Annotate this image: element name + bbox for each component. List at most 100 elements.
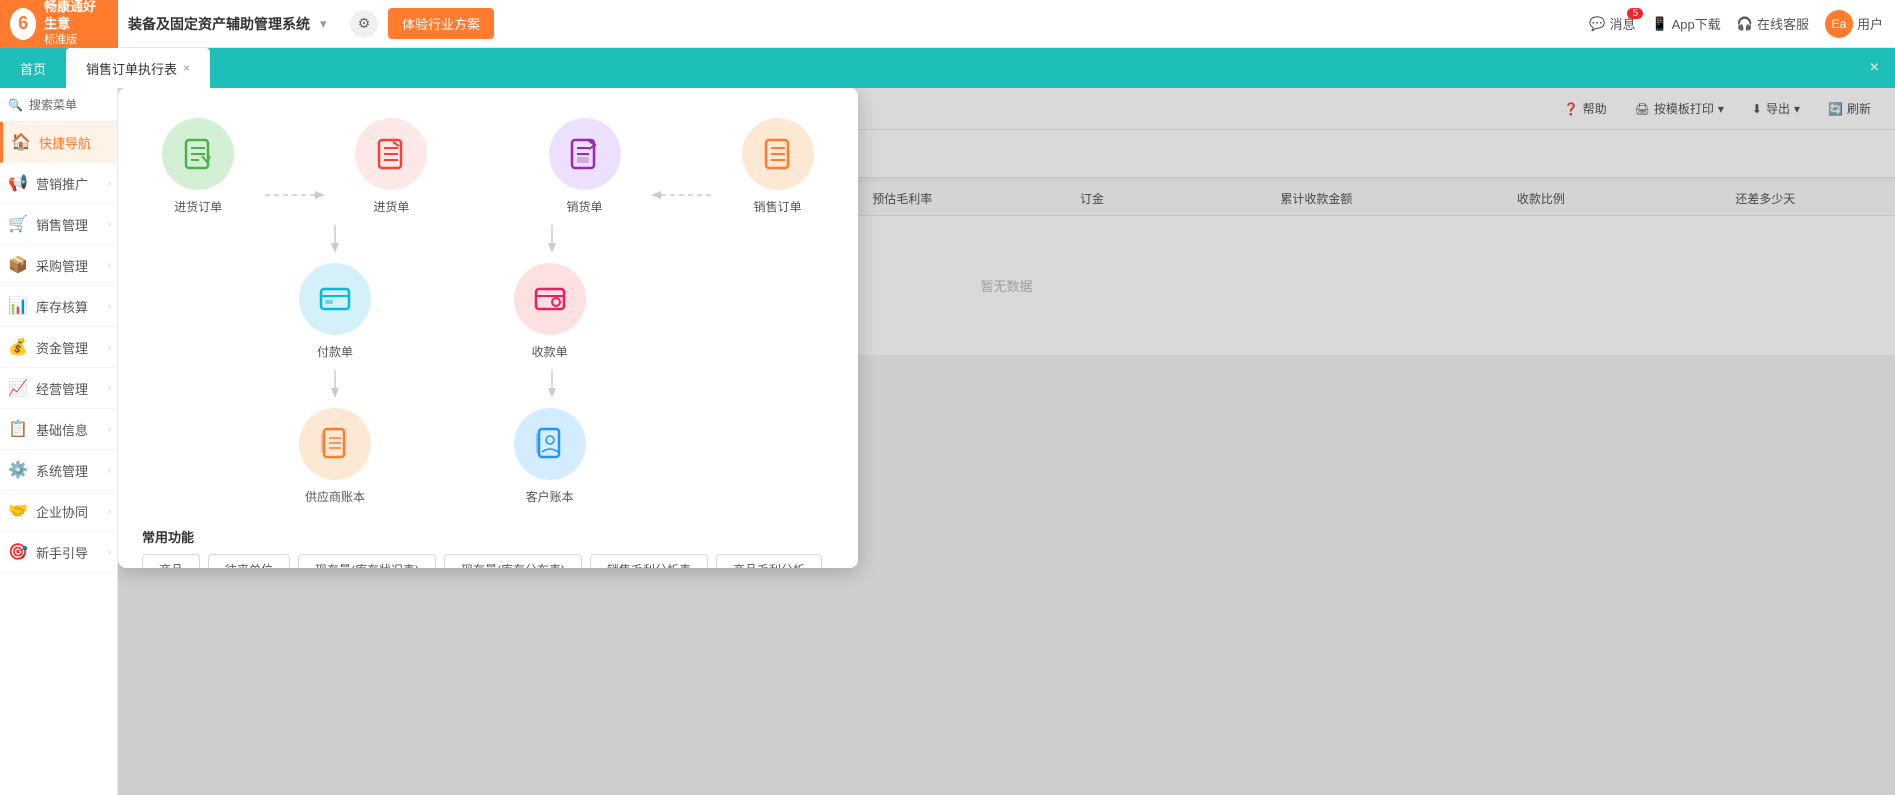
marketing-icon: 📢 — [8, 173, 28, 193]
func-btn-销售毛利分析表[interactable]: 销售毛利分析表 — [590, 554, 708, 568]
label-sales-bill: 销货单 — [567, 198, 603, 215]
user-btn[interactable]: Ea 用户 — [1825, 10, 1883, 38]
flow-circle-purchase-bill — [355, 118, 427, 190]
sidebar-label-inventory: 库存核算 — [36, 297, 88, 316]
sidebar-arrow-finance: › — [108, 342, 111, 353]
online-service-label: 在线客服 — [1757, 14, 1809, 33]
active-tab-label: 销售订单执行表 — [86, 59, 177, 78]
sidebar-item-guide[interactable]: 🎯 新手引导 › — [0, 532, 117, 573]
label-customer-ledger: 客户账本 — [526, 488, 574, 505]
common-functions: 常用功能 商品往来单位现存量(库存状况表) 现存量(库存分布表) 销售毛利分析表商品… — [142, 527, 834, 568]
online-service-icon: 🎧 — [1737, 16, 1753, 32]
flow-item-purchase-order[interactable]: 进货订单 — [152, 108, 244, 225]
nav-tabs: 首页 销售订单执行表 × × — [0, 48, 1895, 88]
flow-item-sales-order[interactable]: 销售订单 — [732, 108, 824, 225]
flow-item-payment-bill[interactable]: 付款单 — [289, 253, 381, 370]
guide-icon: 🎯 — [8, 542, 28, 562]
finance-icon: 💰 — [8, 337, 28, 357]
message-badge: 5 — [1627, 8, 1643, 19]
modal-overlay[interactable]: 进货订单 进货单 — [118, 88, 1895, 795]
sidebar-item-operation[interactable]: 📈 经营管理 › — [0, 368, 117, 409]
sidebar-item-quick-nav[interactable]: 🏠 快捷导航 — [0, 122, 117, 163]
sidebar-arrow-basic: › — [108, 424, 111, 435]
avatar: Ea — [1825, 10, 1853, 38]
message-icon: 💬 — [1589, 16, 1605, 32]
sidebar-arrow-inventory: › — [108, 301, 111, 312]
top-header: 6 畅康通好生意 标准版 装备及固定资产辅助管理系统 ▾ ⚙ 体验行业方案 💬 … — [0, 0, 1895, 48]
nav-close-icon[interactable]: × — [1870, 59, 1879, 77]
sidebar-arrow-operation: › — [108, 383, 111, 394]
sidebar-arrow-guide: › — [108, 547, 111, 558]
experience-button[interactable]: 体验行业方案 — [388, 8, 494, 39]
logo-text: 畅康通好生意 标准版 — [44, 0, 108, 48]
flow-item-customer-ledger[interactable]: 客户账本 — [504, 398, 596, 515]
user-label: 用户 — [1857, 14, 1883, 33]
func-btn-商品[interactable]: 商品 — [142, 554, 200, 568]
flow-circle-purchase-order — [162, 118, 234, 190]
operation-icon: 📈 — [8, 378, 28, 398]
gear-icon[interactable]: ⚙ — [350, 10, 378, 38]
search-icon: 🔍 — [8, 98, 23, 112]
sales-icon: 🛒 — [8, 214, 28, 234]
sidebar-item-collab[interactable]: 🤝 企业协同 › — [0, 491, 117, 532]
tab-home[interactable]: 首页 — [0, 48, 66, 88]
sidebar-label-sales: 销售管理 — [36, 215, 88, 234]
label-receipt-bill: 收款单 — [532, 343, 568, 360]
func-btn-往来单位[interactable]: 往来单位 — [208, 554, 290, 568]
sidebar-arrow-marketing: › — [108, 178, 111, 189]
logo-line2: 标准版 — [44, 33, 108, 47]
flow-item-purchase-bill[interactable]: 进货单 — [345, 108, 437, 225]
flow-circle-sales-bill — [549, 118, 621, 190]
sidebar-item-sales[interactable]: 🛒 销售管理 › — [0, 204, 117, 245]
flow-item-sales-bill[interactable]: 销货单 — [539, 108, 631, 225]
app-download-btn[interactable]: 📱 App下载 — [1651, 14, 1720, 33]
common-func-title: 常用功能 — [142, 527, 834, 546]
online-service-btn[interactable]: 🎧 在线客服 — [1737, 14, 1809, 33]
purchase-icon: 📦 — [8, 255, 28, 275]
label-payment-bill: 付款单 — [317, 343, 353, 360]
sidebar-label-guide: 新手引导 — [36, 543, 88, 562]
flow-item-receipt-bill[interactable]: 收款单 — [504, 253, 596, 370]
sidebar: 🔍 搜索菜单 🏠 快捷导航 📢 营销推广 › 🛒 销售管理 › 📦 采购管理 ›… — [0, 88, 118, 795]
logo-icon: 6 — [10, 8, 36, 40]
func-btn-现存量(库存分布表)[interactable]: 现存量(库存分布表) — [444, 554, 582, 568]
flow-circle-supplier-ledger — [299, 408, 371, 480]
sidebar-item-purchase[interactable]: 📦 采购管理 › — [0, 245, 117, 286]
logo-line1: 畅康通好生意 — [44, 0, 108, 33]
basic-icon: 📋 — [8, 419, 28, 439]
func-btn-row-1: 商品往来单位现存量(库存状况表) 现存量(库存分布表) 销售毛利分析表商品毛利分析 — [142, 554, 834, 568]
sidebar-search[interactable]: 🔍 搜索菜单 — [0, 88, 117, 122]
flow-circle-payment-bill — [299, 263, 371, 335]
logo-area: 6 畅康通好生意 标准版 — [0, 0, 118, 48]
home-tab-label: 首页 — [20, 59, 46, 78]
header-right: 💬 消息 5 📱 App下载 🎧 在线客服 Ea 用户 — [1589, 10, 1883, 38]
sidebar-label-marketing: 营销推广 — [36, 174, 88, 193]
content-area: ❓ 帮助 🖨 按模板打印 ▾ ⬇ 导出 ▾ 🔄 刷新 yyyy-mm-dd — [118, 88, 1895, 795]
label-sales-order: 销售订单 — [754, 198, 802, 215]
sidebar-search-label: 搜索菜单 — [29, 96, 77, 113]
flow-circle-receipt-bill — [514, 263, 586, 335]
sidebar-item-inventory[interactable]: 📊 库存核算 › — [0, 286, 117, 327]
tab-sales-order[interactable]: 销售订单执行表 × — [66, 48, 210, 88]
system-icon: ⚙️ — [8, 460, 28, 480]
label-purchase-order: 进货订单 — [174, 198, 222, 215]
message-btn[interactable]: 💬 消息 5 — [1589, 14, 1635, 33]
inventory-icon: 📊 — [8, 296, 28, 316]
app-download-icon: 📱 — [1651, 16, 1667, 32]
sidebar-item-system[interactable]: ⚙️ 系统管理 › — [0, 450, 117, 491]
sidebar-arrow-collab: › — [108, 506, 111, 517]
func-btn-商品毛利分析[interactable]: 商品毛利分析 — [716, 554, 822, 568]
sidebar-label-system: 系统管理 — [36, 461, 88, 480]
label-supplier-ledger: 供应商账本 — [305, 488, 365, 505]
sidebar-label-operation: 经营管理 — [36, 379, 88, 398]
sidebar-item-marketing[interactable]: 📢 营销推广 › — [0, 163, 117, 204]
sidebar-item-finance[interactable]: 💰 资金管理 › — [0, 327, 117, 368]
label-purchase-bill: 进货单 — [373, 198, 409, 215]
system-title: 装备及固定资产辅助管理系统 — [128, 14, 310, 34]
dropdown-icon[interactable]: ▾ — [320, 14, 340, 34]
flow-item-supplier-ledger[interactable]: 供应商账本 — [289, 398, 381, 515]
tab-close-icon[interactable]: × — [183, 61, 190, 75]
sidebar-item-basic[interactable]: 📋 基础信息 › — [0, 409, 117, 450]
func-btn-现存量(库存状况表)[interactable]: 现存量(库存状况表) — [298, 554, 436, 568]
sidebar-label-basic: 基础信息 — [36, 420, 88, 439]
